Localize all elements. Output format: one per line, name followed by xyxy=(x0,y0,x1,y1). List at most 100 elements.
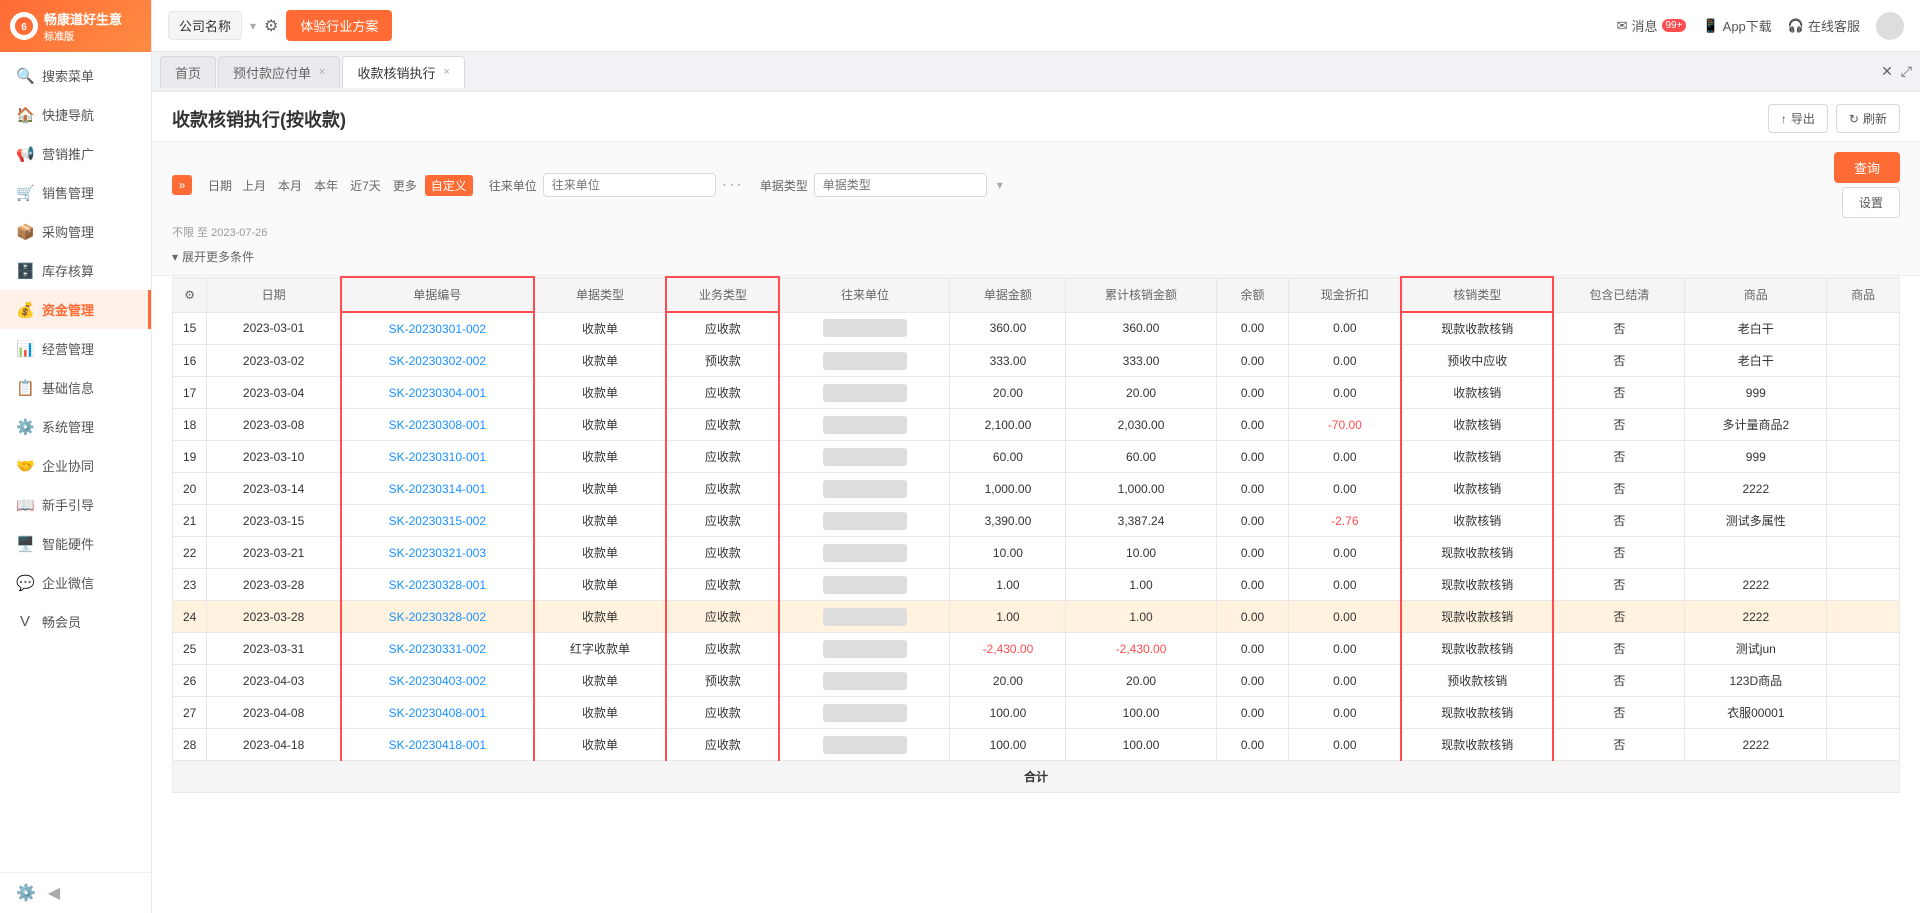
tab-home[interactable]: 首页 xyxy=(160,56,216,88)
sidebar-item-quick-nav[interactable]: 🏠快捷导航 xyxy=(0,95,151,134)
th-biz-type[interactable]: 业务类型 xyxy=(666,277,779,312)
sidebar-icon-marketing: 📢 xyxy=(16,145,34,163)
gear-icon[interactable]: ⚙ xyxy=(264,16,278,36)
voucher-type-dropdown-icon[interactable]: ▾ xyxy=(997,178,1003,192)
th-date[interactable]: 日期 xyxy=(207,277,341,312)
top-header-left: 公司名称 ▾ ⚙ 体验行业方案 xyxy=(168,10,1605,41)
sidebar-item-smart-hw[interactable]: 🖥️智能硬件 xyxy=(0,524,151,563)
sidebar-item-search-menu[interactable]: 🔍搜索菜单 xyxy=(0,56,151,95)
th-client[interactable]: 往来单位 xyxy=(779,277,950,312)
collapse-icon[interactable]: ◀ xyxy=(48,883,60,903)
total-row: 合计 xyxy=(173,761,1900,793)
sidebar-item-guide[interactable]: 📖新手引导 xyxy=(0,485,151,524)
sidebar-label-member: 畅会员 xyxy=(42,612,81,631)
table-row: 16 2023-03-02 SK-20230302-002 收款单 预收款 ██… xyxy=(173,345,1900,377)
th-acc-amount[interactable]: 累计核销金额 xyxy=(1066,277,1216,312)
sidebar-item-wechat[interactable]: 💬企业微信 xyxy=(0,563,151,602)
bill-no-link[interactable]: SK-20230314-001 xyxy=(389,482,486,496)
sidebar-item-enterprise[interactable]: 🤝企业协同 xyxy=(0,446,151,485)
th-product2[interactable]: 商品 xyxy=(1827,277,1900,312)
date-7days[interactable]: 近7天 xyxy=(346,175,385,196)
th-bill-no[interactable]: 单据编号 xyxy=(341,277,534,312)
cell-client: ████████ xyxy=(779,312,950,345)
cell-biz-type: 应收款 xyxy=(666,569,779,601)
app-version: 标准版 xyxy=(44,28,122,43)
bill-no-link[interactable]: SK-20230331-002 xyxy=(389,642,486,656)
bill-no-link[interactable]: SK-20230328-001 xyxy=(389,578,486,592)
bill-no-link[interactable]: SK-20230310-001 xyxy=(389,450,486,464)
th-cash-discount[interactable]: 现金折扣 xyxy=(1289,277,1401,312)
bill-no-link[interactable]: SK-20230301-002 xyxy=(389,322,486,336)
bill-no-link[interactable]: SK-20230403-002 xyxy=(389,674,486,688)
online-service-action[interactable]: 🎧 在线客服 xyxy=(1788,16,1860,35)
th-balance[interactable]: 余额 xyxy=(1216,277,1289,312)
th-bill-type[interactable]: 单据类型 xyxy=(534,277,667,312)
date-this-year[interactable]: 本年 xyxy=(310,175,342,196)
cell-no: 21 xyxy=(173,505,207,537)
settings-icon[interactable]: ⚙️ xyxy=(16,883,36,903)
sidebar-item-basic-info[interactable]: 📋基础信息 xyxy=(0,368,151,407)
tab-collection-verify[interactable]: 收款核销执行× xyxy=(342,56,464,88)
cell-no: 23 xyxy=(173,569,207,601)
sidebar-item-system[interactable]: ⚙️系统管理 xyxy=(0,407,151,446)
bill-no-link[interactable]: SK-20230408-001 xyxy=(389,706,486,720)
bill-no-link[interactable]: SK-20230328-002 xyxy=(389,610,486,624)
filter-toggle-btn[interactable]: » xyxy=(172,175,192,195)
th-product[interactable]: 商品 xyxy=(1685,277,1827,312)
cell-acc-amount: 20.00 xyxy=(1066,665,1216,697)
bill-no-link[interactable]: SK-20230315-002 xyxy=(389,514,486,528)
sidebar-label-wechat: 企业微信 xyxy=(42,573,94,592)
tab-close-collection-verify[interactable]: × xyxy=(443,66,449,78)
user-avatar[interactable] xyxy=(1876,12,1904,40)
sidebar-item-inventory[interactable]: 🗄️库存核算 xyxy=(0,251,151,290)
setting-btn[interactable]: 设置 xyxy=(1842,187,1900,218)
th-included[interactable]: 包含已结清 xyxy=(1553,277,1685,312)
bill-no-link[interactable]: SK-20230321-003 xyxy=(389,546,486,560)
cell-client: ████████ xyxy=(779,377,950,409)
sidebar-label-enterprise: 企业协同 xyxy=(42,456,94,475)
chevron-down-icon: ▾ xyxy=(250,19,256,33)
cell-cash-discount: 0.00 xyxy=(1289,569,1401,601)
message-action[interactable]: ✉ 消息 99+ xyxy=(1617,16,1687,35)
sidebar-item-marketing[interactable]: 📢营销推广 xyxy=(0,134,151,173)
sidebar-item-member[interactable]: V畅会员 xyxy=(0,602,151,641)
sidebar-item-operations[interactable]: 📊经营管理 xyxy=(0,329,151,368)
sidebar-label-finance: 资金管理 xyxy=(42,300,94,319)
refresh-btn[interactable]: ↻ 刷新 xyxy=(1836,104,1900,133)
date-more[interactable]: 更多 xyxy=(389,175,421,196)
cell-date: 2023-03-31 xyxy=(207,633,341,665)
cell-bill-type: 收款单 xyxy=(534,377,667,409)
cell-acc-amount: -2,430.00 xyxy=(1066,633,1216,665)
company-selector[interactable]: 公司名称 xyxy=(168,11,242,40)
th-amount[interactable]: 单据金额 xyxy=(950,277,1066,312)
maximize-icon[interactable]: ⤢ xyxy=(1901,63,1912,80)
sidebar-item-sales[interactable]: 🛒销售管理 xyxy=(0,173,151,212)
filter-dots[interactable]: ··· xyxy=(722,176,744,194)
sidebar-item-purchase[interactable]: 📦采购管理 xyxy=(0,212,151,251)
date-this-month[interactable]: 本月 xyxy=(274,175,306,196)
query-btn[interactable]: 查询 xyxy=(1834,152,1900,183)
client-input[interactable] xyxy=(543,173,716,197)
bill-no-link[interactable]: SK-20230418-001 xyxy=(389,738,486,752)
sidebar-item-finance[interactable]: 💰资金管理 xyxy=(0,290,151,329)
th-verify-type[interactable]: 核销类型 xyxy=(1401,277,1553,312)
tab-close-pre-payment[interactable]: × xyxy=(319,66,325,78)
th-settings[interactable]: ⚙ xyxy=(173,277,207,312)
export-btn[interactable]: ↑ 导出 xyxy=(1768,104,1828,133)
cell-verify-type: 收款核销 xyxy=(1401,377,1553,409)
expand-more-btn[interactable]: ▾ 展开更多条件 xyxy=(172,248,1900,265)
app-download-action[interactable]: 📱 App下载 xyxy=(1702,16,1771,35)
date-custom[interactable]: 自定义 xyxy=(425,175,473,196)
industry-btn[interactable]: 体验行业方案 xyxy=(286,10,392,41)
table-row: 24 2023-03-28 SK-20230328-002 收款单 应收款 ██… xyxy=(173,601,1900,633)
date-last-month[interactable]: 上月 xyxy=(238,175,270,196)
sidebar-label-sales: 销售管理 xyxy=(42,183,94,202)
tab-pre-payment[interactable]: 预付款应付单× xyxy=(218,56,340,88)
cell-verify-type: 收款核销 xyxy=(1401,409,1553,441)
bill-no-link[interactable]: SK-20230302-002 xyxy=(389,354,486,368)
sidebar-label-operations: 经营管理 xyxy=(42,339,94,358)
voucher-type-input[interactable] xyxy=(814,173,987,197)
bill-no-link[interactable]: SK-20230304-001 xyxy=(389,386,486,400)
bill-no-link[interactable]: SK-20230308-001 xyxy=(389,418,486,432)
close-window-icon[interactable]: ✕ xyxy=(1881,63,1893,80)
